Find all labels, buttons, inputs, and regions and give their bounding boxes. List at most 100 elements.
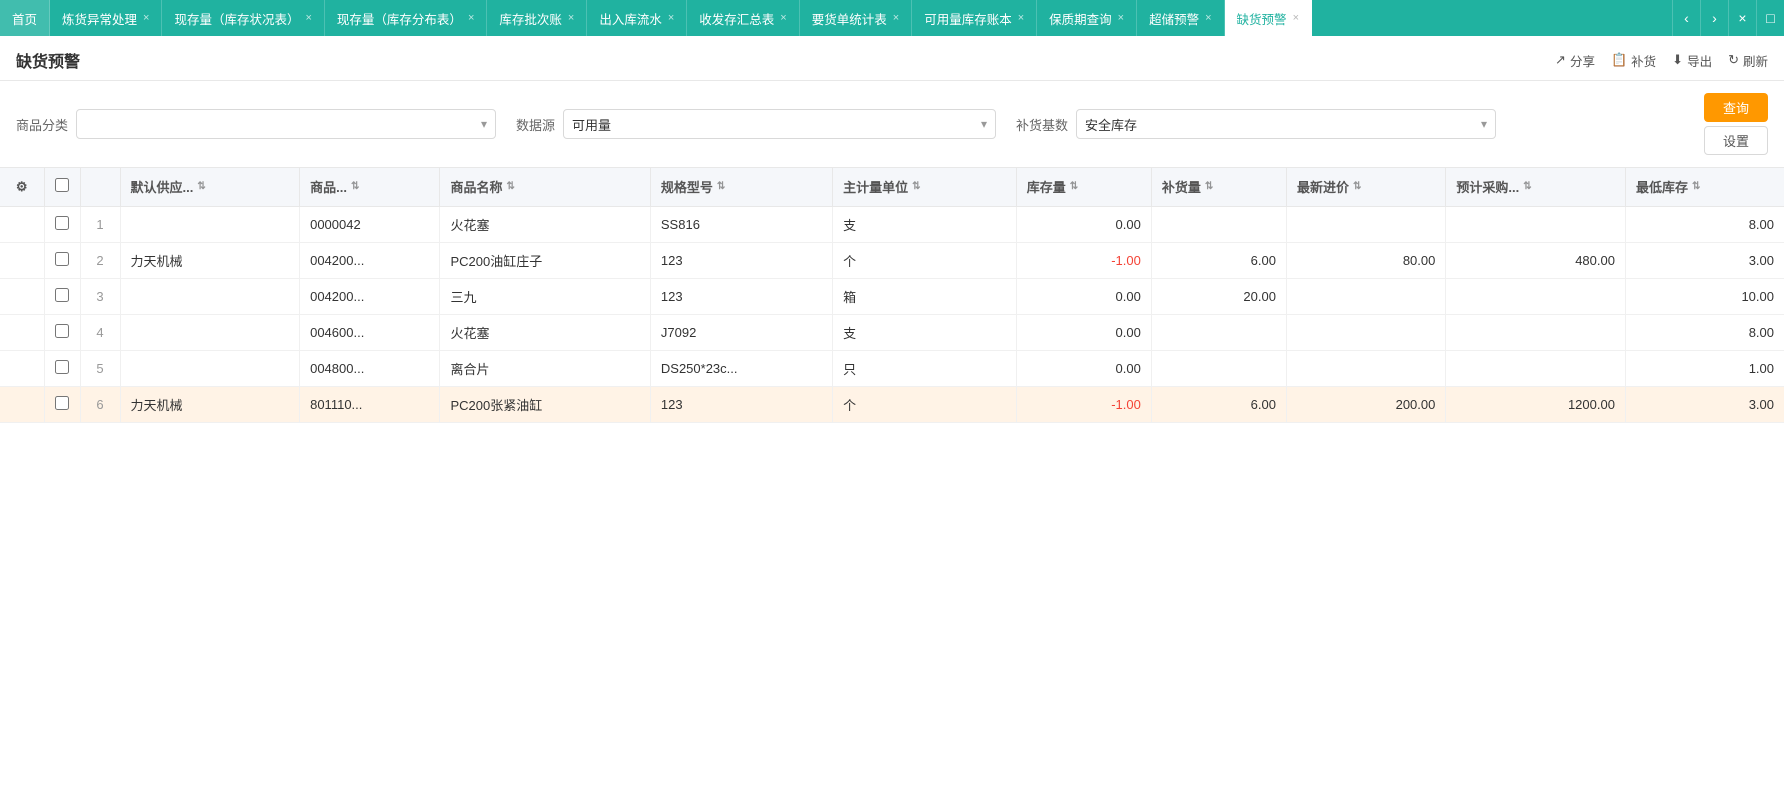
row-unit: 箱 (833, 278, 1017, 314)
category-label: 商品分类 (16, 115, 68, 134)
datasource-label: 数据源 (516, 115, 555, 134)
share-button[interactable]: ↗ 分享 (1555, 51, 1595, 70)
tab-close-baozhi[interactable]: × (1118, 12, 1124, 24)
category-select-wrapper (76, 109, 496, 139)
th-unit[interactable]: 主计量单位 ⇅ (833, 168, 1017, 206)
row-gear-cell (0, 278, 44, 314)
tab-close-lianhuo[interactable]: × (143, 12, 149, 24)
row-gear-cell (0, 242, 44, 278)
row-checkbox-cell (44, 386, 80, 422)
tab-lianhuo[interactable]: 炼货异常处理 × (50, 0, 162, 36)
refresh-icon: ↻ (1728, 52, 1739, 68)
row-latest-price: 200.00 (1286, 386, 1445, 422)
row-goods-name: 火花塞 (440, 314, 650, 350)
row-min-stock: 10.00 (1625, 278, 1784, 314)
replenish-filter-group: 补货基数 安全库存 (1016, 109, 1496, 139)
tab-xiancunliang2[interactable]: 现存量（库存分布表） × (325, 0, 487, 36)
sort-replenish-icon: ⇅ (1205, 181, 1213, 192)
tab-chaochuyujing[interactable]: 超储预警 × (1137, 0, 1224, 36)
row-latest-price (1286, 278, 1445, 314)
filter-bar: 商品分类 数据源 可用量 补货基数 安全库存 (0, 81, 1784, 168)
row-checkbox-3[interactable] (55, 324, 69, 338)
row-goods-name: 火花塞 (440, 206, 650, 242)
row-goods-code: 004800... (300, 350, 440, 386)
tab-close-xiancun2[interactable]: × (468, 12, 474, 24)
row-min-stock: 8.00 (1625, 314, 1784, 350)
row-goods-code: 0000042 (300, 206, 440, 242)
replenish-select[interactable]: 安全库存 (1076, 109, 1496, 139)
row-checkbox-cell (44, 278, 80, 314)
th-goods-name[interactable]: 商品名称 ⇅ (440, 168, 650, 206)
tab-kucunpici[interactable]: 库存批次账 × (487, 0, 587, 36)
tab-quehuo[interactable]: 缺货预警 × (1225, 0, 1312, 36)
query-button[interactable]: 查询 (1704, 93, 1768, 122)
th-goods-code[interactable]: 商品... ⇅ (300, 168, 440, 206)
sort-goods-code-icon: ⇅ (351, 181, 359, 192)
th-stock[interactable]: 库存量 ⇅ (1016, 168, 1151, 206)
row-stock: 0.00 (1016, 350, 1151, 386)
category-select[interactable] (76, 109, 496, 139)
datasource-select[interactable]: 可用量 (563, 109, 996, 139)
tab-shoufacun[interactable]: 收发存汇总表 × (687, 0, 799, 36)
datasource-filter-group: 数据源 可用量 (516, 109, 996, 139)
row-checkbox-4[interactable] (55, 360, 69, 374)
th-supplier[interactable]: 默认供应... ⇅ (120, 168, 300, 206)
row-min-stock: 1.00 (1625, 350, 1784, 386)
tab-close-all-btn[interactable]: × (1728, 0, 1756, 36)
tab-prev-btn[interactable]: ‹ (1672, 0, 1700, 36)
row-unit: 支 (833, 314, 1017, 350)
replenish-button[interactable]: 📋 补货 (1611, 51, 1656, 70)
th-spec[interactable]: 规格型号 ⇅ (650, 168, 832, 206)
th-latest-price[interactable]: 最新进价 ⇅ (1286, 168, 1445, 206)
row-latest-price (1286, 206, 1445, 242)
row-checkbox-0[interactable] (55, 216, 69, 230)
tab-close-xiancun1[interactable]: × (305, 12, 311, 24)
tab-close-shoufacun[interactable]: × (780, 12, 786, 24)
tab-churuku[interactable]: 出入库流水 × (587, 0, 687, 36)
row-checkbox-1[interactable] (55, 252, 69, 266)
tab-close-yaohuo[interactable]: × (893, 12, 899, 24)
tab-xiancunliang1[interactable]: 现存量（库存状况表） × (162, 0, 324, 36)
select-all-checkbox[interactable] (55, 178, 69, 192)
row-latest-price (1286, 314, 1445, 350)
settings-button[interactable]: 设置 (1704, 126, 1768, 155)
row-goods-code: 004200... (300, 278, 440, 314)
tab-baozhi[interactable]: 保质期查询 × (1037, 0, 1137, 36)
tab-close-quehuo[interactable]: × (1293, 12, 1299, 24)
row-est-purchase: 480.00 (1446, 242, 1626, 278)
row-gear-cell (0, 206, 44, 242)
row-est-purchase (1446, 278, 1626, 314)
datasource-select-wrapper: 可用量 (563, 109, 996, 139)
row-unit: 个 (833, 386, 1017, 422)
row-spec: 123 (650, 242, 832, 278)
tab-close-chaochuyujing[interactable]: × (1205, 12, 1211, 24)
row-gear-cell (0, 314, 44, 350)
refresh-button[interactable]: ↻ 刷新 (1728, 51, 1768, 70)
row-goods-name: PC200张紧油缸 (440, 386, 650, 422)
row-checkbox-5[interactable] (55, 396, 69, 410)
row-min-stock: 3.00 (1625, 386, 1784, 422)
tab-close-churuku[interactable]: × (668, 12, 674, 24)
category-filter-group: 商品分类 (16, 109, 496, 139)
table-body: 1 0000042 火花塞 SS816 支 0.00 8.00 2 力天机械 0… (0, 206, 1784, 422)
tab-home[interactable]: 首页 (0, 0, 50, 36)
export-button[interactable]: ⬇ 导出 (1672, 51, 1712, 70)
row-replenish (1151, 206, 1286, 242)
data-table: ⚙ 默认供应... ⇅ 商品.. (0, 168, 1784, 423)
th-est-purchase[interactable]: 预计采购... ⇅ (1446, 168, 1626, 206)
tab-next-btn[interactable]: › (1700, 0, 1728, 36)
tab-maximize-btn[interactable]: □ (1756, 0, 1784, 36)
row-unit: 支 (833, 206, 1017, 242)
tab-keyongliang[interactable]: 可用量库存账本 × (912, 0, 1037, 36)
th-replenish[interactable]: 补货量 ⇅ (1151, 168, 1286, 206)
th-min-stock[interactable]: 最低库存 ⇅ (1625, 168, 1784, 206)
gear-icon[interactable]: ⚙ (16, 179, 28, 195)
table-row: 1 0000042 火花塞 SS816 支 0.00 8.00 (0, 206, 1784, 242)
page-content: 缺货预警 ↗ 分享 📋 补货 ⬇ 导出 ↻ 刷新 商品分类 (0, 36, 1784, 796)
tab-close-keyong[interactable]: × (1018, 12, 1024, 24)
tab-close-kucunpici[interactable]: × (568, 12, 574, 24)
table-row: 6 力天机械 801110... PC200张紧油缸 123 个 -1.00 6… (0, 386, 1784, 422)
row-checkbox-2[interactable] (55, 288, 69, 302)
tab-yaohuo[interactable]: 要货单统计表 × (800, 0, 912, 36)
row-num: 6 (80, 386, 120, 422)
